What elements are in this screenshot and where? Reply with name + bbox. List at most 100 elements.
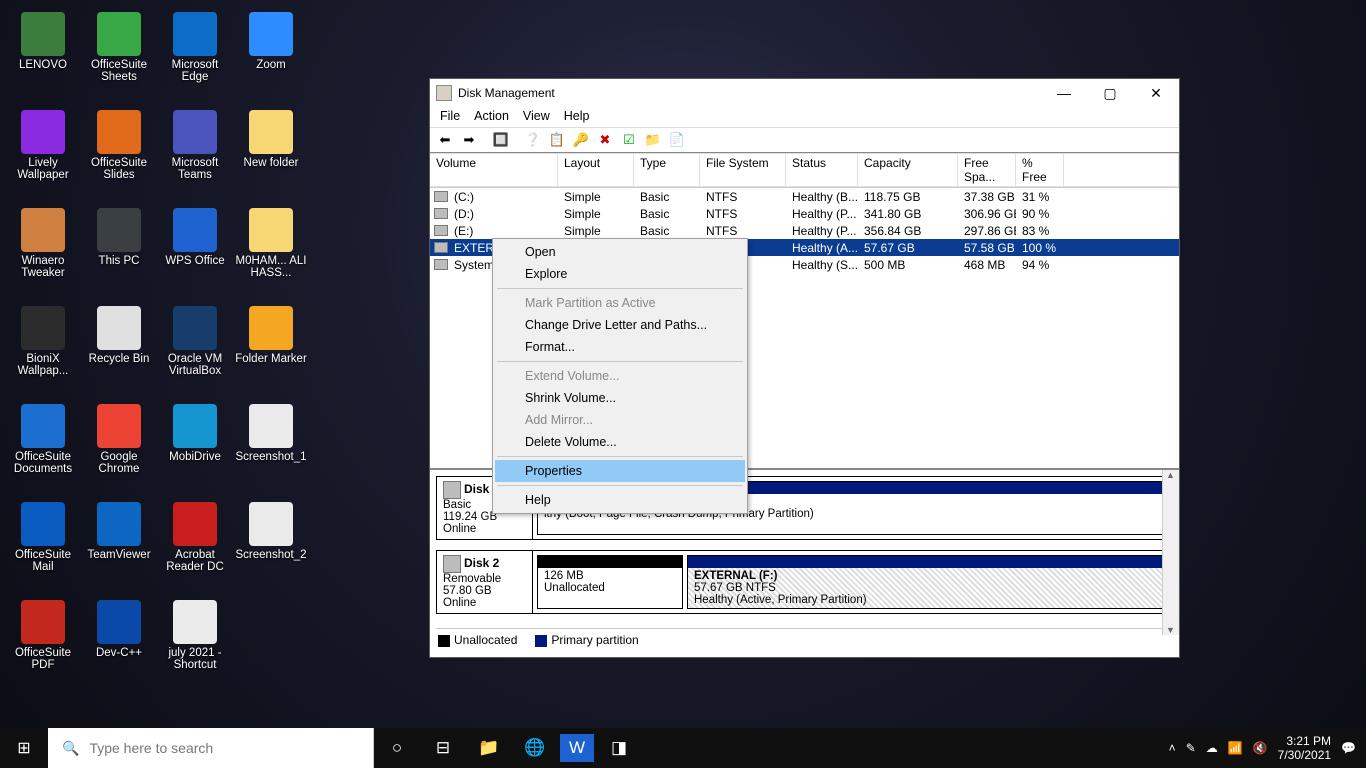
desktop-icon[interactable]: july 2021 - Shortcut <box>158 600 232 671</box>
menu-action[interactable]: Action <box>474 109 509 123</box>
forward-icon[interactable]: ➡ <box>458 130 480 150</box>
desktop-icon[interactable]: Recycle Bin <box>82 306 156 365</box>
desktop-icon[interactable]: TeamViewer <box>82 502 156 561</box>
delete-icon[interactable]: ✖ <box>594 130 616 150</box>
desktop-icon[interactable]: OfficeSuite Sheets <box>82 12 156 83</box>
icon-label: M0HAM... ALI HASS... <box>234 255 308 279</box>
taskview-icon[interactable]: ⊟ <box>420 728 466 768</box>
icon-label: Oracle VM VirtualBox <box>158 353 232 377</box>
col-filesystem[interactable]: File System <box>700 153 786 187</box>
volume-row[interactable]: (E:) Simple Basic NTFS Healthy (P... 356… <box>430 222 1179 239</box>
icon-label: Screenshot_1 <box>234 451 308 463</box>
list-icon[interactable]: 📋 <box>546 130 568 150</box>
col-freespace[interactable]: Free Spa... <box>958 153 1016 187</box>
desktop-icon[interactable]: OfficeSuite Mail <box>6 502 80 573</box>
desktop-icon[interactable]: Oracle VM VirtualBox <box>158 306 232 377</box>
menu-item[interactable]: Explore <box>495 263 745 285</box>
icon-label: MobiDrive <box>158 451 232 463</box>
desktop-icon[interactable]: Screenshot_2 <box>234 502 308 561</box>
tray-pen-icon[interactable]: ✎ <box>1186 741 1196 755</box>
desktop-icon[interactable]: Google Chrome <box>82 404 156 475</box>
disk-2[interactable]: Disk 2 Removable 57.80 GB Online 126 MB … <box>436 550 1173 614</box>
scrollbar[interactable] <box>1162 470 1179 635</box>
menu-item[interactable]: Delete Volume... <box>495 431 745 453</box>
menu-item: Extend Volume... <box>495 365 745 387</box>
desktop-icon[interactable]: OfficeSuite Slides <box>82 110 156 181</box>
volume-row[interactable]: (C:) Simple Basic NTFS Healthy (B... 118… <box>430 188 1179 205</box>
explorer-icon[interactable]: 📁 <box>466 728 512 768</box>
app-icon <box>21 306 65 350</box>
app-icon <box>21 110 65 154</box>
toolbar: ⬅ ➡ 🔲 ❔ 📋 🔑 ✖ ☑ 📁 📄 <box>430 127 1179 153</box>
context-menu: OpenExploreMark Partition as ActiveChang… <box>492 238 748 514</box>
maximize-button[interactable]: ▢ <box>1087 79 1133 107</box>
menu-item[interactable]: Properties <box>495 460 745 482</box>
disk-2-partition-external[interactable]: EXTERNAL (F:) 57.67 GB NTFS Healthy (Act… <box>687 555 1168 609</box>
start-button[interactable]: ⊞ <box>0 728 48 768</box>
desktop-icon[interactable]: Lively Wallpaper <box>6 110 80 181</box>
notifications-icon[interactable]: 💬 <box>1341 741 1356 755</box>
disk-2-unallocated[interactable]: 126 MB Unallocated <box>537 555 683 609</box>
desktop-icon[interactable]: New folder <box>234 110 308 169</box>
clock[interactable]: 3:21 PM 7/30/2021 <box>1278 734 1331 763</box>
desktop-icon[interactable]: Microsoft Teams <box>158 110 232 181</box>
app-icon <box>173 110 217 154</box>
tray-wifi-icon[interactable]: 📶 <box>1228 741 1243 755</box>
menu-file[interactable]: File <box>440 109 460 123</box>
tray-chevron-icon[interactable]: ˄ <box>1169 741 1176 755</box>
icon-label: New folder <box>234 157 308 169</box>
diskmgmt-taskbar-icon[interactable]: ◨ <box>596 728 642 768</box>
search-box[interactable]: 🔍 Type here to search <box>48 728 374 768</box>
desktop-icon[interactable]: Winaero Tweaker <box>6 208 80 279</box>
col-volume[interactable]: Volume <box>430 153 558 187</box>
desktop-icon[interactable]: Dev-C++ <box>82 600 156 659</box>
back-icon[interactable]: ⬅ <box>434 130 456 150</box>
menu-item[interactable]: Change Drive Letter and Paths... <box>495 314 745 336</box>
titlebar[interactable]: Disk Management — ▢ ✕ <box>430 79 1179 107</box>
col-status[interactable]: Status <box>786 153 858 187</box>
desktop-icon[interactable]: Zoom <box>234 12 308 71</box>
icon-label: OfficeSuite Documents <box>6 451 80 475</box>
menu-view[interactable]: View <box>523 109 550 123</box>
folder-icon[interactable]: 📁 <box>642 130 664 150</box>
tray-onedrive-icon[interactable]: ☁ <box>1206 741 1218 755</box>
desktop-icon[interactable]: Folder Marker <box>234 306 308 365</box>
volume-icon <box>434 242 448 253</box>
desktop-icon[interactable]: Acrobat Reader DC <box>158 502 232 573</box>
desktop-icon[interactable]: BioniX Wallpap... <box>6 306 80 377</box>
menubar: File Action View Help <box>430 107 1179 127</box>
app-icon <box>21 502 65 546</box>
properties-icon[interactable]: 📄 <box>666 130 688 150</box>
icon-label: OfficeSuite Slides <box>82 157 156 181</box>
refresh-icon[interactable]: 🔲 <box>490 130 512 150</box>
menu-help[interactable]: Help <box>564 109 590 123</box>
desktop-icon[interactable]: OfficeSuite Documents <box>6 404 80 475</box>
menu-item[interactable]: Shrink Volume... <box>495 387 745 409</box>
desktop-icon[interactable]: M0HAM... ALI HASS... <box>234 208 308 279</box>
chrome-icon[interactable]: 🌐 <box>512 728 558 768</box>
tray-volume-icon[interactable]: 🔇 <box>1253 741 1268 755</box>
desktop-icon[interactable]: WPS Office <box>158 208 232 267</box>
desktop-icon[interactable]: This PC <box>82 208 156 267</box>
col-capacity[interactable]: Capacity <box>858 153 958 187</box>
desktop-icon[interactable]: LENOVO <box>6 12 80 71</box>
close-button[interactable]: ✕ <box>1133 79 1179 107</box>
wps-icon[interactable]: W <box>560 734 594 762</box>
desktop-icon[interactable]: Microsoft Edge <box>158 12 232 83</box>
desktop-icon[interactable]: OfficeSuite PDF <box>6 600 80 671</box>
minimize-button[interactable]: — <box>1041 79 1087 107</box>
menu-item[interactable]: Help <box>495 489 745 511</box>
desktop-icon[interactable]: Screenshot_1 <box>234 404 308 463</box>
menu-item[interactable]: Open <box>495 241 745 263</box>
action-icon[interactable]: 🔑 <box>570 130 592 150</box>
help-icon[interactable]: ❔ <box>522 130 544 150</box>
col-type[interactable]: Type <box>634 153 700 187</box>
volume-row[interactable]: (D:) Simple Basic NTFS Healthy (P... 341… <box>430 205 1179 222</box>
col-layout[interactable]: Layout <box>558 153 634 187</box>
col-pctfree[interactable]: % Free <box>1016 153 1064 187</box>
menu-item[interactable]: Format... <box>495 336 745 358</box>
icon-label: Winaero Tweaker <box>6 255 80 279</box>
check-icon[interactable]: ☑ <box>618 130 640 150</box>
desktop-icon[interactable]: MobiDrive <box>158 404 232 463</box>
cortana-icon[interactable]: ○ <box>374 728 420 768</box>
